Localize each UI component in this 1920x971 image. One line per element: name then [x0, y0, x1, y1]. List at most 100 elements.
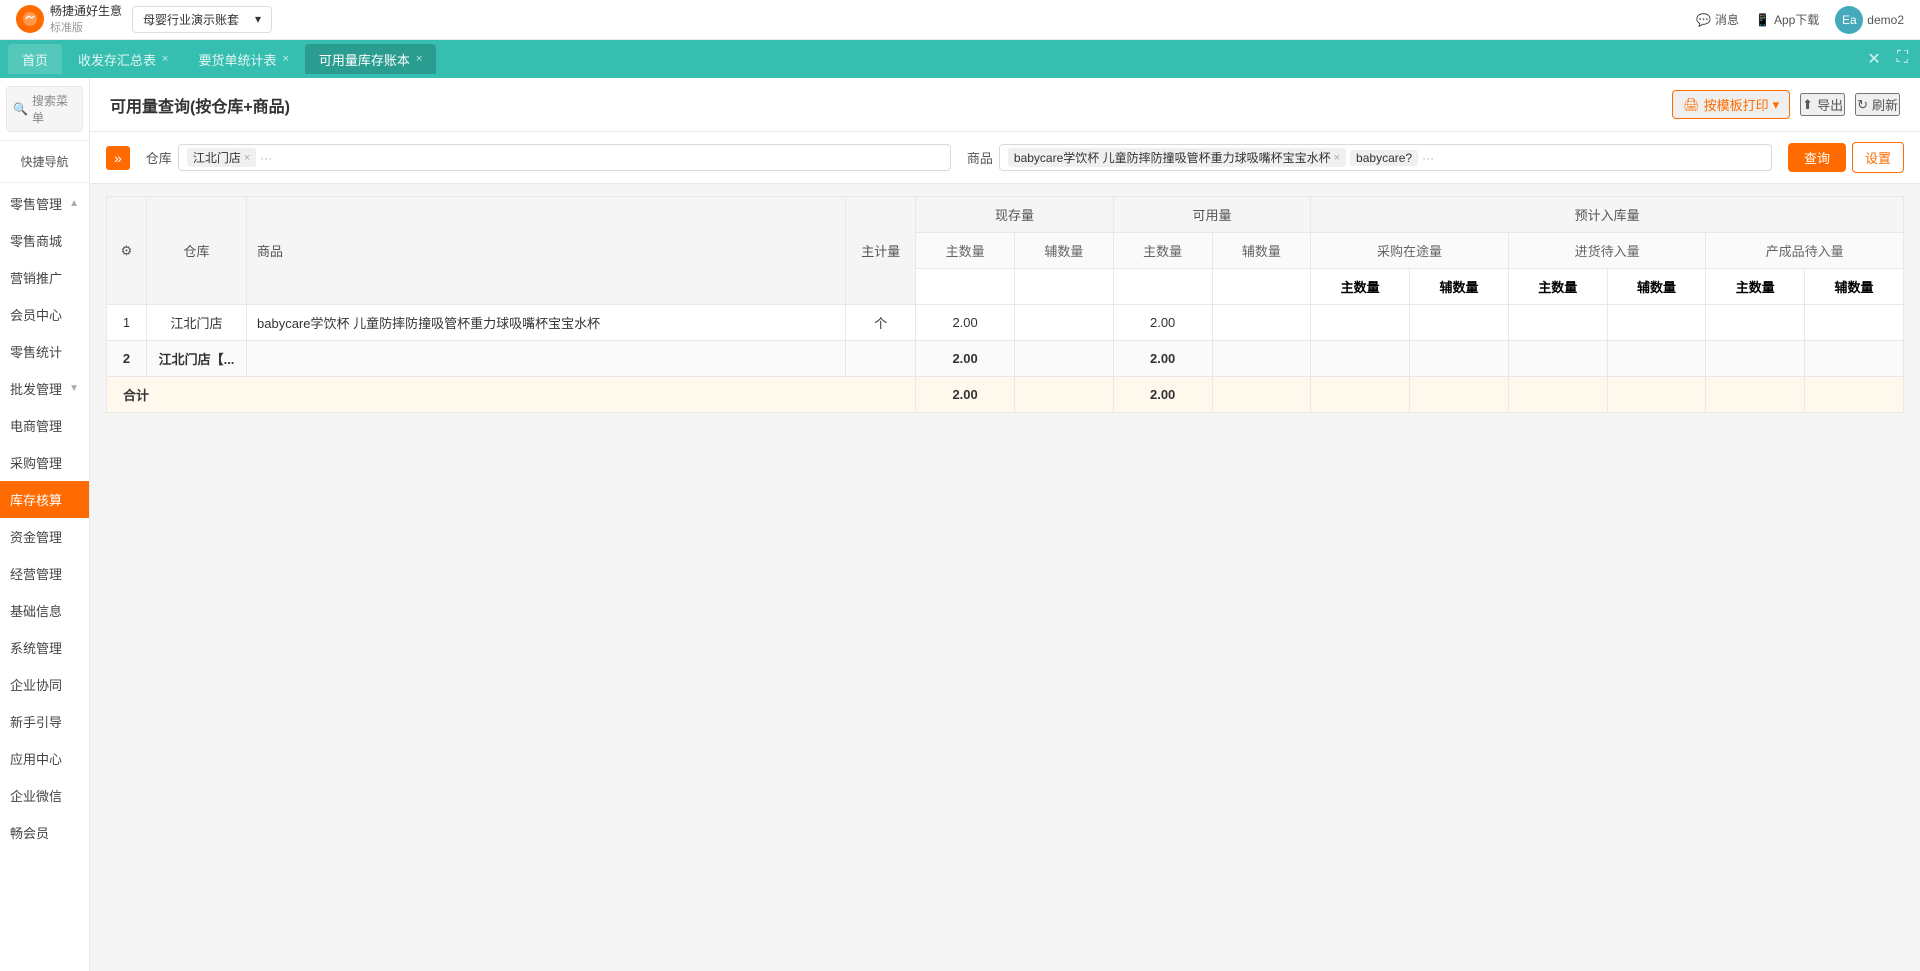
nav-tabs-right: ✕ ⛶ [1863, 49, 1912, 69]
col-header-finished: 产成品待入量 [1706, 233, 1904, 269]
content-area: 可用量查询(按仓库+商品) 🖨 按模板打印 ▾ ⬆ 导出 ↻ 刷新 » [90, 78, 1920, 971]
sidebar-item-retail-mall[interactable]: 零售商城 [0, 222, 89, 259]
warehouse-tag-1-remove[interactable]: × [244, 152, 250, 164]
col-header-available-main: 主数量 [1113, 233, 1212, 269]
sidebar-item-basic-info[interactable]: 基础信息 [0, 592, 89, 629]
col-header-settings: ⚙ [107, 197, 147, 305]
sidebar-item-purchase-mgmt[interactable]: 采购管理 [0, 444, 89, 481]
tab-receive-send-close[interactable]: × [162, 53, 168, 65]
sidebar-item-finance-mgmt-label: 资金管理 [10, 527, 62, 546]
total-available-aux [1212, 377, 1311, 413]
logo-text-area: 畅捷通好生意 标准版 [50, 4, 122, 34]
cell-unit-group [846, 341, 916, 377]
sidebar-item-retail-mgmt[interactable]: 零售管理 ▲ [0, 185, 89, 222]
sidebar-item-inventory-check[interactable]: 库存核算 [0, 481, 89, 518]
sidebar-item-retail-stats-label: 零售统计 [10, 342, 62, 361]
sidebar-item-inventory-check-label: 库存核算 [10, 490, 62, 509]
cell-fin-main-group [1706, 341, 1805, 377]
template-print-btn[interactable]: 🖨 按模板打印 ▾ [1672, 90, 1790, 119]
refresh-icon: ↻ [1857, 97, 1868, 113]
warehouse-more-dots: ··· [260, 151, 272, 165]
tab-receive-send[interactable]: 收发存汇总表 × [64, 44, 182, 74]
sidebar-item-retail-mall-label: 零售商城 [10, 231, 62, 250]
sidebar-item-ops-mgmt-label: 经营管理 [10, 564, 62, 583]
col-header-product: 商品 [247, 197, 846, 305]
sidebar-item-ecom-mgmt-label: 电商管理 [10, 416, 62, 435]
cell-warehouse: 江北门店 [147, 305, 247, 341]
table-scroll-wrap[interactable]: ⚙ 仓库 商品 主计量 现存量 可用量 预计入库量 主数量 辅数量 主数量 [106, 196, 1904, 413]
sidebar-item-marketing[interactable]: 营销推广 [0, 259, 89, 296]
cell-stock-aux [1015, 305, 1114, 341]
top-bar-left: 畅捷通好生意 标准版 母婴行业演示账套 ▾ [16, 4, 272, 34]
user-area[interactable]: Ea demo2 [1835, 6, 1904, 34]
message-label: 消息 [1715, 11, 1739, 28]
tab-order-stats-close[interactable]: × [282, 53, 288, 65]
total-pt-main [1311, 377, 1410, 413]
sidebar-item-member-center[interactable]: 会员中心 [0, 296, 89, 333]
cell-product: babycare学饮杯 儿童防摔防撞吸管杯重力球吸嘴杯宝宝水杯 [247, 305, 846, 341]
expand-tabs-btn[interactable]: ⛶ [1893, 49, 1912, 69]
col-header-fin-aux: 辅数量 [1805, 269, 1904, 305]
tab-order-stats-label: 要货单统计表 [198, 50, 276, 69]
sidebar-item-enterprise-collab[interactable]: 企业协同 [0, 666, 89, 703]
nav-tabs: 首页 收发存汇总表 × 要货单统计表 × 可用量库存账本 × ✕ ⛶ [0, 40, 1920, 78]
sidebar-item-new-guide[interactable]: 新手引导 [0, 703, 89, 740]
top-bar-right: 💬 消息 📱 App下载 Ea demo2 [1696, 6, 1904, 34]
cell-fin-aux [1805, 305, 1904, 341]
sidebar-item-app-center[interactable]: 应用中心 [0, 740, 89, 777]
product-tag-2-text: babycare? [1356, 151, 1412, 165]
warehouse-tag-1-text: 江北门店 [193, 149, 241, 166]
col-header-stock-aux: 辅数量 [1015, 233, 1114, 269]
top-bar: 畅捷通好生意 标准版 母婴行业演示账套 ▾ 💬 消息 📱 App下载 Ea de… [0, 0, 1920, 40]
sidebar-item-wholesale-mgmt[interactable]: 批发管理 ▼ [0, 370, 89, 407]
sidebar-item-member[interactable]: 畅会员 [0, 814, 89, 851]
tab-available-stock-close[interactable]: × [416, 53, 422, 65]
col-header-unit: 主计量 [846, 197, 916, 305]
col-header-fin-main: 主数量 [1706, 269, 1805, 305]
sidebar-item-enterprise-wx[interactable]: 企业微信 [0, 777, 89, 814]
sidebar-item-wholesale-mgmt-label: 批发管理 [10, 379, 62, 398]
cell-index: 1 [107, 305, 147, 341]
tab-order-stats[interactable]: 要货单统计表 × [184, 44, 302, 74]
col-header-incoming: 预计入库量 [1311, 197, 1904, 233]
message-btn[interactable]: 💬 消息 [1696, 11, 1739, 28]
col-header-available: 可用量 [1113, 197, 1311, 233]
page-actions: 🖨 按模板打印 ▾ ⬆ 导出 ↻ 刷新 [1672, 90, 1900, 119]
product-tag-1: babycare学饮杯 儿童防摔防撞吸管杯重力球吸嘴杯宝宝水杯 × [1008, 148, 1346, 167]
filter-actions: 查询 设置 [1788, 142, 1904, 173]
search-menu-btn[interactable]: 🔍 搜索菜单 [6, 86, 83, 132]
sidebar-item-retail-stats[interactable]: 零售统计 [0, 333, 89, 370]
close-all-tabs-btn[interactable]: ✕ [1863, 49, 1884, 69]
tab-home[interactable]: 首页 [8, 44, 62, 74]
col-header-av-main2 [1113, 269, 1212, 305]
app-download-btn[interactable]: 📱 App下载 [1755, 11, 1819, 28]
export-btn[interactable]: ⬆ 导出 [1800, 93, 1845, 116]
cell-pt-main-group [1311, 341, 1410, 377]
sidebar-item-system-mgmt[interactable]: 系统管理 [0, 629, 89, 666]
sidebar-item-finance-mgmt[interactable]: 资金管理 [0, 518, 89, 555]
total-row: 合计 2.00 2.00 [107, 377, 1904, 413]
logo-subtitle: 标准版 [50, 19, 122, 35]
product-tag-1-remove[interactable]: × [1334, 152, 1340, 164]
sidebar-item-ops-mgmt[interactable]: 经营管理 [0, 555, 89, 592]
query-btn[interactable]: 查询 [1788, 143, 1846, 172]
filter-toggle-btn[interactable]: » [106, 146, 130, 170]
sidebar-item-enterprise-wx-label: 企业微信 [10, 786, 62, 805]
product-more-dots: ··· [1422, 151, 1434, 165]
cell-iw-main [1508, 305, 1607, 341]
warehouse-filter-input[interactable]: 江北门店 × ··· [178, 144, 951, 171]
setting-btn[interactable]: 设置 [1852, 142, 1904, 173]
refresh-btn[interactable]: ↻ 刷新 [1855, 93, 1900, 116]
sidebar-item-ecom-mgmt[interactable]: 电商管理 [0, 407, 89, 444]
page-header: 可用量查询(按仓库+商品) 🖨 按模板打印 ▾ ⬆ 导出 ↻ 刷新 [90, 78, 1920, 132]
product-filter-input[interactable]: babycare学饮杯 儿童防摔防撞吸管杯重力球吸嘴杯宝宝水杯 × babyca… [999, 144, 1772, 171]
template-print-label: 按模板打印 [1704, 95, 1769, 114]
store-name: 母婴行业演示账套 [143, 11, 239, 28]
sidebar-item-quick-nav[interactable]: 快捷导航 [0, 145, 89, 178]
col-header-st-main2 [916, 269, 1015, 305]
chevron-down-icon2: ▾ [1773, 97, 1780, 113]
store-selector[interactable]: 母婴行业演示账套 ▾ [132, 6, 272, 33]
table-row: 2 江北门店【... 2.00 2.00 [107, 341, 1904, 377]
app-icon: 📱 [1755, 13, 1770, 27]
tab-available-stock[interactable]: 可用量库存账本 × [305, 44, 436, 74]
